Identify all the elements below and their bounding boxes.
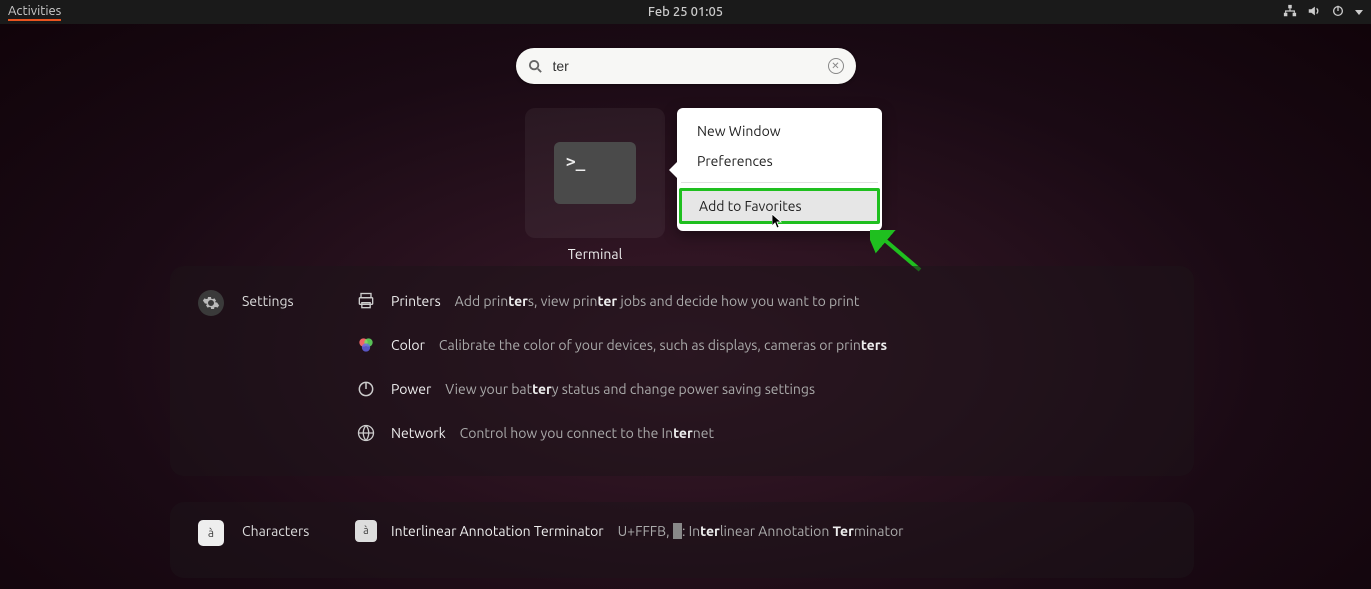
activities-button[interactable]: Activities: [8, 4, 61, 21]
network-status-icon[interactable]: [1283, 4, 1297, 21]
context-menu: New Window Preferences Add to Favorites: [677, 108, 882, 231]
characters-result-title: Interlinear Annotation Terminator: [391, 523, 604, 539]
search-bar[interactable]: ✕: [516, 48, 856, 84]
settings-result-power[interactable]: Power View your battery status and change…: [355, 378, 1166, 400]
settings-result-network[interactable]: Network Control how you connect to the In…: [355, 422, 1166, 444]
settings-result-title: Network: [391, 425, 446, 441]
characters-category-label: Characters: [242, 523, 337, 539]
settings-result-printer[interactable]: Printers Add printers, view printer jobs …: [355, 290, 1166, 312]
volume-icon[interactable]: [1307, 4, 1321, 21]
characters-category-icon: à: [198, 520, 224, 546]
settings-result-desc: Calibrate the color of your devices, suc…: [439, 337, 887, 353]
search-icon: [528, 59, 543, 74]
printer-icon: [355, 290, 377, 312]
characters-result-desc: U+FFFB, : Interlinear Annotation Termina…: [618, 523, 904, 539]
settings-result-color[interactable]: Color Calibrate the color of your devices…: [355, 334, 1166, 356]
context-menu-new-window[interactable]: New Window: [677, 116, 882, 146]
context-menu-separator: [681, 182, 878, 183]
settings-result-desc: View your battery status and change powe…: [445, 381, 815, 397]
settings-result-title: Power: [391, 381, 431, 397]
characters-result-item[interactable]: à Interlinear Annotation Terminator U+FF…: [355, 520, 1166, 542]
app-result-terminal[interactable]: Terminal: [525, 108, 665, 262]
clear-search-icon[interactable]: ✕: [828, 58, 844, 74]
character-glyph-icon: à: [355, 520, 377, 542]
settings-result-desc: Control how you connect to the Internet: [460, 425, 714, 441]
color-icon: [355, 334, 377, 356]
power-icon: [355, 378, 377, 400]
context-menu-preferences[interactable]: Preferences: [677, 146, 882, 176]
search-input[interactable]: [553, 58, 828, 74]
settings-result-title: Color: [391, 337, 425, 353]
settings-result-title: Printers: [391, 293, 441, 309]
terminal-icon: [554, 142, 636, 204]
settings-result-desc: Add printers, view printer jobs and deci…: [455, 293, 860, 309]
settings-category-icon: [198, 290, 224, 316]
settings-category-label: Settings: [242, 293, 337, 309]
power-icon[interactable]: [1331, 4, 1345, 21]
settings-results-panel: Settings Printers Add printers, view prin…: [170, 266, 1194, 476]
context-menu-add-to-favorites[interactable]: Add to Favorites: [679, 188, 880, 224]
clock[interactable]: Feb 25 01:05: [648, 5, 723, 19]
system-menu-chevron-icon[interactable]: [1355, 10, 1363, 15]
characters-results-panel: à Characters à Interlinear Annotation Te…: [170, 502, 1194, 578]
app-result-label: Terminal: [525, 246, 665, 262]
network-icon: [355, 422, 377, 444]
top-bar: Activities Feb 25 01:05: [0, 0, 1371, 24]
